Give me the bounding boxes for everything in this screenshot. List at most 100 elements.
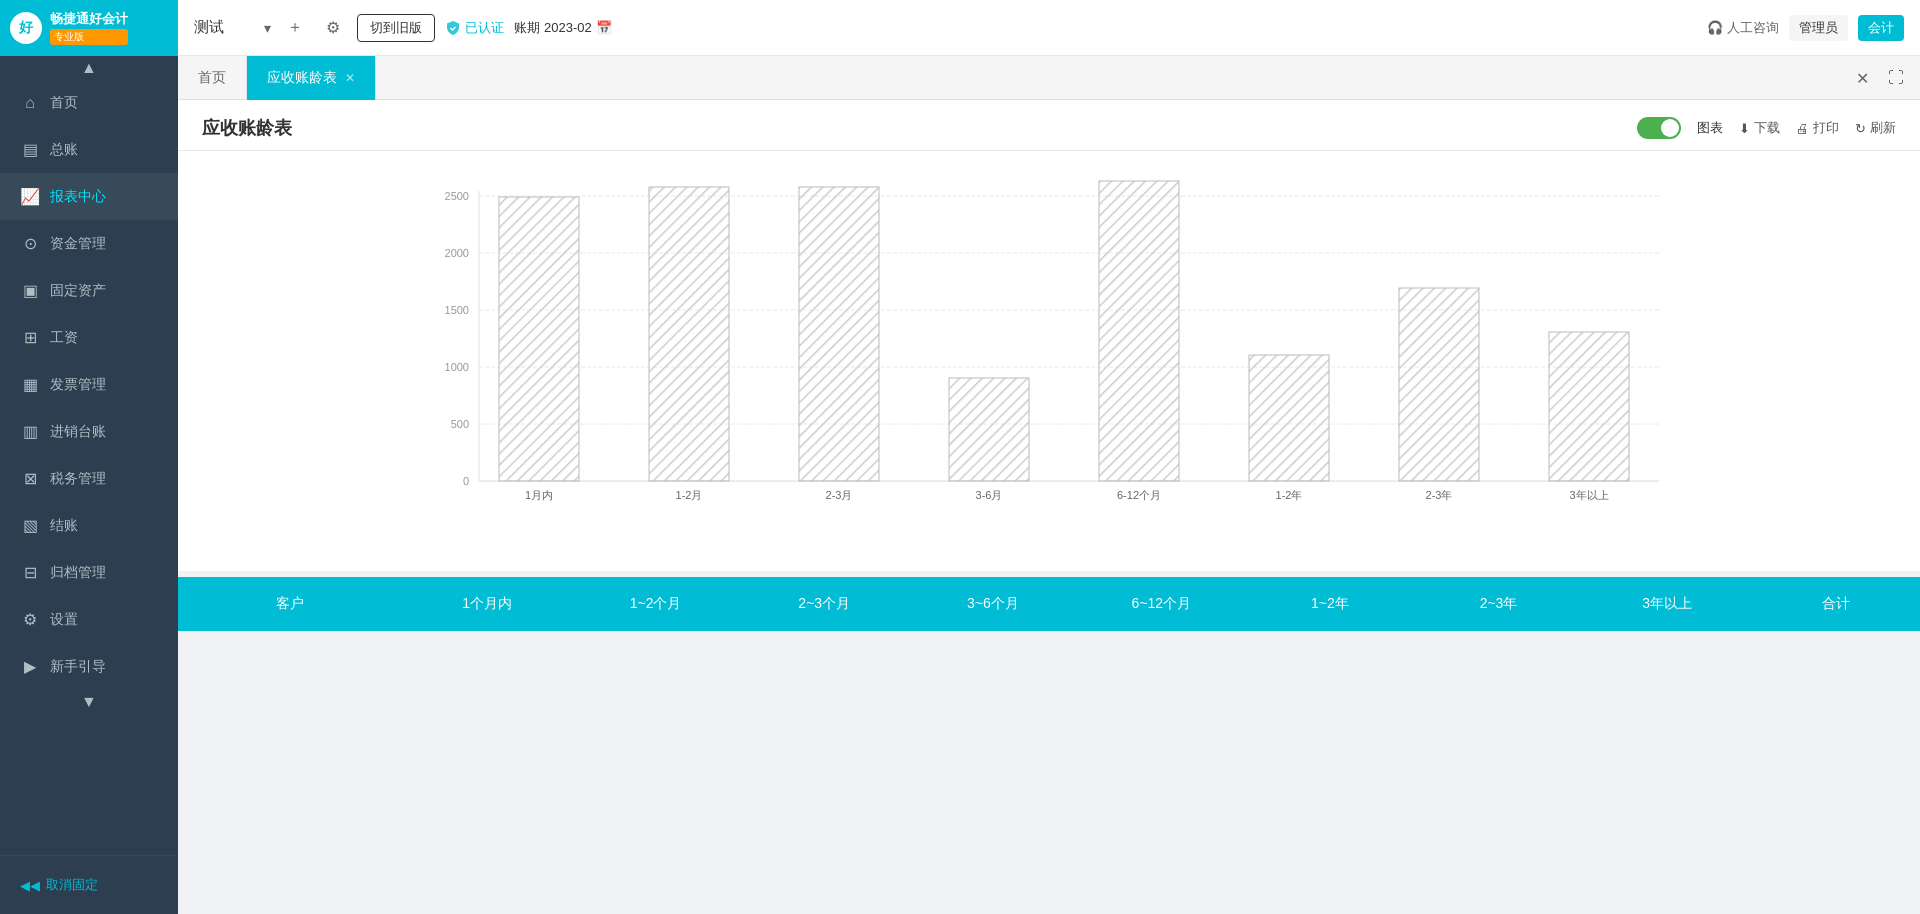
svg-text:500: 500 [451, 418, 469, 430]
role-btn[interactable]: 会计 [1858, 15, 1904, 41]
scroll-down-btn[interactable]: ▼ [0, 690, 178, 714]
bar-2-3年 [1399, 288, 1479, 481]
assets-icon: ▣ [20, 281, 40, 300]
sidebar-item-assets[interactable]: ▣ 固定资产 [0, 267, 178, 314]
logo-area: 好 畅捷通好会计 专业版 [0, 0, 178, 56]
wages-icon: ⊞ [20, 328, 40, 347]
tax-icon: ⊠ [20, 469, 40, 488]
sidebar-label-tax: 税务管理 [50, 470, 106, 488]
tab-ar-aging[interactable]: 应收账龄表 ✕ [247, 56, 376, 100]
print-btn[interactable]: 🖨 打印 [1796, 119, 1839, 137]
svg-text:1000: 1000 [445, 361, 469, 373]
th-1-2m: 1~2个月 [571, 577, 740, 631]
home-icon: ⌂ [20, 94, 40, 112]
cancel-fixed-label: 取消固定 [46, 876, 98, 894]
invoice-icon: ▦ [20, 375, 40, 394]
workspace-name: 测试 [194, 18, 254, 37]
table-header: 客户 1个月内 1~2个月 2~3个月 3~6个月 6~12个月 1~2年 2~… [178, 577, 1920, 631]
tab-ar-aging-label: 应收账龄表 [267, 69, 337, 87]
tabbar-actions: ✕ ⛶ [1838, 56, 1920, 100]
sidebar-label-assets: 固定资产 [50, 282, 106, 300]
sidebar-item-tax[interactable]: ⊠ 税务管理 [0, 455, 178, 502]
sidebar-label-close: 结账 [50, 517, 78, 535]
bar-1月内 [499, 197, 579, 481]
add-workspace-btn[interactable]: ＋ [281, 14, 309, 42]
certified-badge: 已认证 [445, 19, 504, 37]
sidebar-item-settings[interactable]: ⚙ 设置 [0, 596, 178, 643]
tabbar: 首页 应收账龄表 ✕ ✕ ⛶ [178, 56, 1920, 100]
topbar: 测试 ▾ ＋ ⚙ 切到旧版 已认证 账期 2023-02 📅 🎧 人工咨询 管理… [178, 0, 1920, 56]
tab-home[interactable]: 首页 [178, 56, 247, 100]
sidebar-nav: ▲ ⌂ 首页 ▤ 总账 📈 报表中心 ⊙ 资金管理 ▣ 固定资产 ⊞ 工资 ▦ … [0, 56, 178, 855]
svg-text:1500: 1500 [445, 304, 469, 316]
sidebar-item-archive[interactable]: ⊟ 归档管理 [0, 549, 178, 596]
sidebar-label-invoice: 发票管理 [50, 376, 106, 394]
edition-badge: 专业版 [50, 29, 128, 45]
expand-btn[interactable]: ⛶ [1882, 64, 1910, 92]
sidebar-item-guide[interactable]: ▶ 新手引导 [0, 643, 178, 690]
settings-icon: ⚙ [20, 610, 40, 629]
bar-2-3月 [799, 187, 879, 481]
bar-3-6月 [949, 378, 1029, 481]
support-btn[interactable]: 🎧 人工咨询 [1707, 19, 1779, 37]
close-tab-btn[interactable]: ✕ [1848, 64, 1876, 92]
workspace-dropdown-icon[interactable]: ▾ [264, 20, 271, 36]
inventory-icon: ▥ [20, 422, 40, 441]
download-btn[interactable]: ⬇ 下载 [1739, 119, 1780, 137]
download-label: 下载 [1754, 119, 1780, 137]
period-value: 2023-02 [544, 20, 592, 35]
sidebar-item-close[interactable]: ▧ 结账 [0, 502, 178, 549]
cancel-fixed-btn[interactable]: ◀◀ 取消固定 [0, 866, 178, 904]
download-icon: ⬇ [1739, 121, 1750, 136]
guide-icon: ▶ [20, 657, 40, 676]
sidebar-label-inventory: 进销台账 [50, 423, 106, 441]
headset-icon: 🎧 [1707, 20, 1723, 35]
user-btn[interactable]: 管理员 [1789, 15, 1848, 41]
pin-left-icon: ◀◀ [20, 878, 40, 893]
sidebar-item-invoice[interactable]: ▦ 发票管理 [0, 361, 178, 408]
sidebar-footer: ◀◀ 取消固定 [0, 855, 178, 914]
sidebar-item-home[interactable]: ⌂ 首页 [0, 80, 178, 126]
sidebar: 好 畅捷通好会计 专业版 ▲ ⌂ 首页 ▤ 总账 📈 报表中心 ⊙ 资金管理 ▣… [0, 0, 178, 914]
svg-text:2500: 2500 [445, 190, 469, 202]
sidebar-label-settings: 设置 [50, 611, 78, 629]
refresh-btn[interactable]: ↻ 刷新 [1855, 119, 1896, 137]
chart-toggle[interactable] [1637, 117, 1681, 139]
calendar-icon[interactable]: 📅 [596, 20, 612, 35]
bar-1-2月 [649, 187, 729, 481]
th-3y-plus: 3年以上 [1583, 577, 1752, 631]
sidebar-item-inventory[interactable]: ▥ 进销台账 [0, 408, 178, 455]
svg-text:3年以上: 3年以上 [1569, 489, 1608, 501]
settings-workspace-btn[interactable]: ⚙ [319, 14, 347, 42]
sidebar-item-funds[interactable]: ⊙ 资金管理 [0, 220, 178, 267]
th-customer: 客户 [178, 577, 403, 631]
funds-icon: ⊙ [20, 234, 40, 253]
archive-icon: ⊟ [20, 563, 40, 582]
support-label: 人工咨询 [1727, 19, 1779, 37]
sidebar-item-wages[interactable]: ⊞ 工资 [0, 314, 178, 361]
table-container: 客户 1个月内 1~2个月 2~3个月 3~6个月 6~12个月 1~2年 2~… [178, 577, 1920, 631]
th-3-6m: 3~6个月 [909, 577, 1078, 631]
period-info: 账期 2023-02 📅 [514, 19, 612, 37]
th-total: 合计 [1751, 577, 1920, 631]
print-icon: 🖨 [1796, 121, 1809, 136]
th-1-2y: 1~2年 [1246, 577, 1415, 631]
switch-old-version-btn[interactable]: 切到旧版 [357, 14, 435, 42]
sidebar-item-ledger[interactable]: ▤ 总账 [0, 126, 178, 173]
th-6-12m: 6~12个月 [1077, 577, 1246, 631]
sidebar-item-reports[interactable]: 📈 报表中心 [0, 173, 178, 220]
scroll-up-btn[interactable]: ▲ [0, 56, 178, 80]
close-accounts-icon: ▧ [20, 516, 40, 535]
sidebar-label-home: 首页 [50, 94, 78, 112]
th-1m: 1个月内 [403, 577, 572, 631]
shield-icon [445, 20, 461, 36]
sidebar-label-guide: 新手引导 [50, 658, 106, 676]
th-2-3m: 2~3个月 [740, 577, 909, 631]
svg-text:1月内: 1月内 [525, 489, 553, 501]
sidebar-label-wages: 工资 [50, 329, 78, 347]
tab-ar-aging-close-icon[interactable]: ✕ [345, 71, 355, 85]
refresh-label: 刷新 [1870, 119, 1896, 137]
sidebar-label-archive: 归档管理 [50, 564, 106, 582]
chart-toggle-label: 图表 [1697, 119, 1723, 137]
svg-text:0: 0 [463, 475, 469, 487]
